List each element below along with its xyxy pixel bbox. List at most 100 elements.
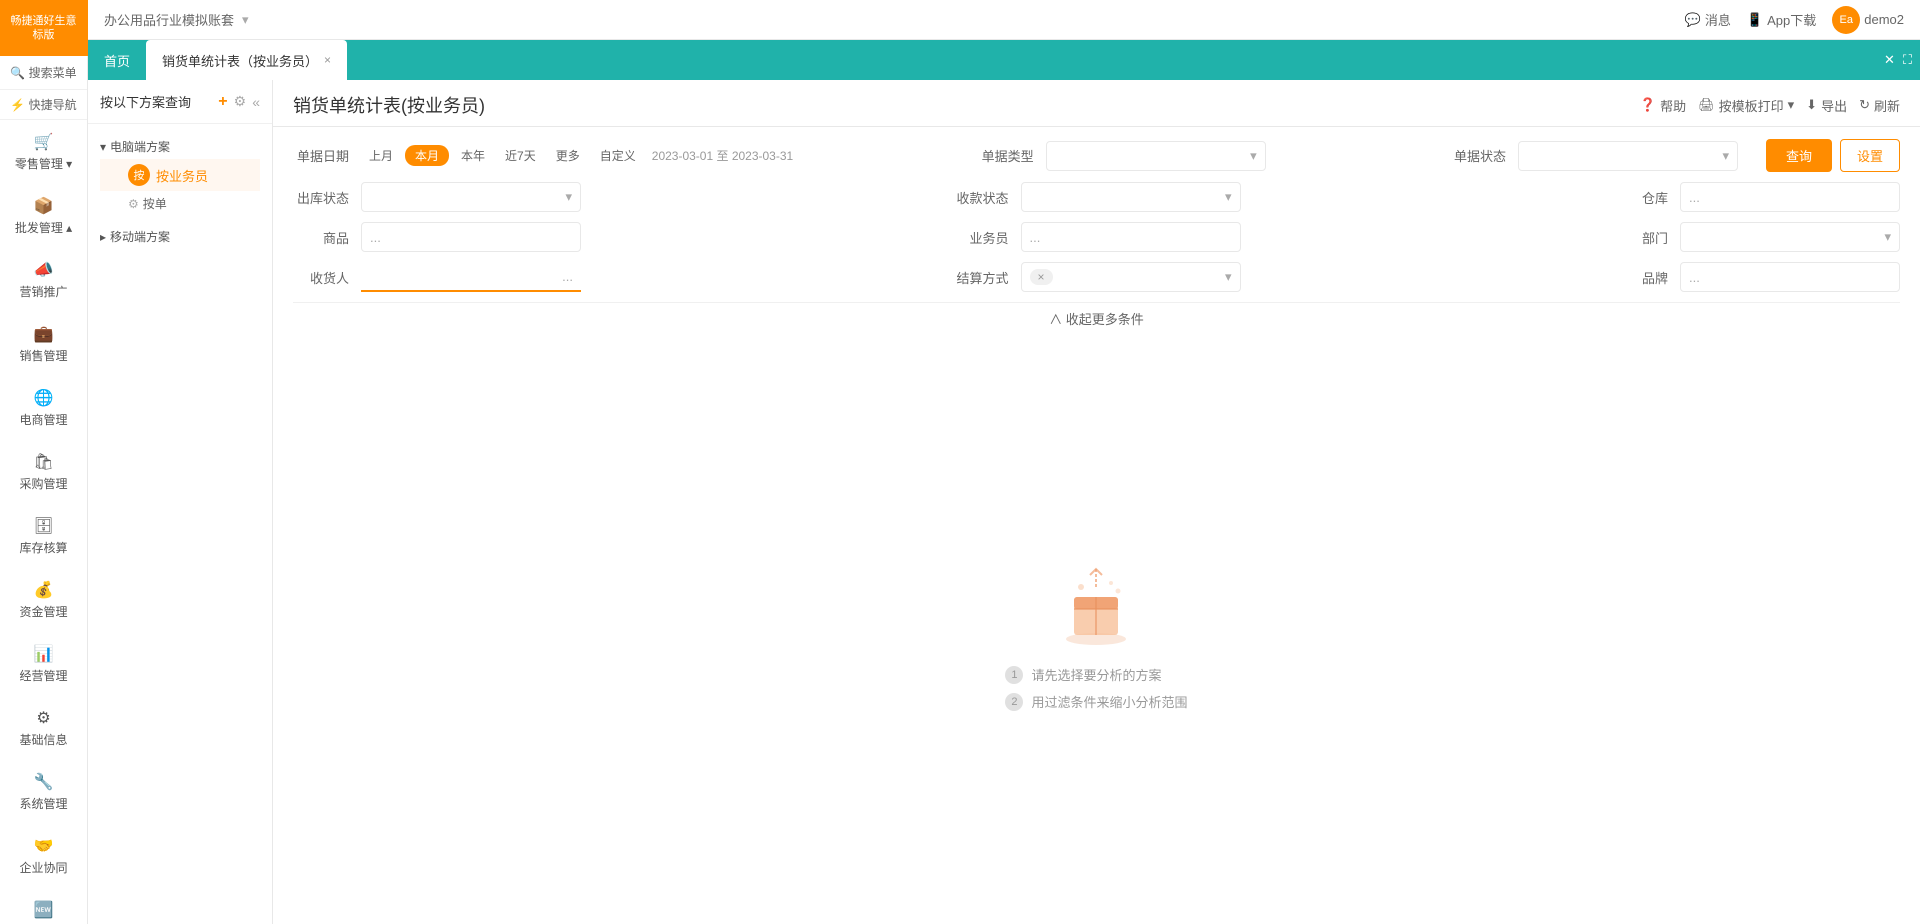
sidebar-item-purchase[interactable]: 🛍 采购管理	[0, 440, 87, 504]
export-btn[interactable]: ⬇ 导出	[1806, 96, 1847, 115]
doc-type-input[interactable]: ▾	[1046, 141, 1266, 171]
sidebar-item-inventory-label: 库存核算	[19, 539, 67, 556]
scheme-section: ▾ 电脑端方案 按 按业务员 ⚙ 按单 ▸ 移动端方案	[88, 124, 272, 259]
print-dropdown-icon: ▾	[1788, 97, 1795, 113]
empty-icon	[1046, 559, 1146, 649]
retail-icon: 🛒	[34, 132, 54, 152]
this-month-btn[interactable]: 本月	[405, 145, 449, 166]
left-panel: 按以下方案查询 + ⚙ « ▾ 电脑端方案 按 按业务员	[88, 80, 273, 924]
doc-status-label: 单据状态	[1450, 146, 1506, 165]
custom-btn[interactable]: 自定义	[592, 145, 644, 166]
sidebar-item-purchase-label: 采购管理	[19, 475, 67, 492]
sidebar-item-marketing[interactable]: 📣 营销推广	[0, 248, 87, 312]
settings-scheme-btn[interactable]: ⚙	[234, 93, 247, 110]
empty-state: 1 请先选择要分析的方案 2 用过滤条件来缩小分析范围	[1005, 559, 1187, 711]
settlement-input[interactable]: × ▾	[1021, 262, 1241, 292]
sidebar-item-inventory[interactable]: 🗄 库存核算	[0, 504, 87, 568]
left-panel-header: 按以下方案查询 + ⚙ «	[88, 80, 272, 124]
help-icon: ❓	[1640, 97, 1656, 113]
add-scheme-btn[interactable]: +	[218, 93, 227, 111]
goods-input[interactable]: ...	[361, 222, 581, 252]
refresh-btn[interactable]: ↻ 刷新	[1859, 96, 1900, 115]
marketing-icon: 📣	[34, 260, 54, 280]
sidebar-item-search[interactable]: 🔍 搜索菜单	[0, 56, 87, 90]
tab-home[interactable]: 首页	[88, 40, 146, 80]
tab-sales-stats[interactable]: 销货单统计表（按业务员） ×	[146, 40, 347, 80]
sidebar-item-enterprise[interactable]: 🤝 企业协同	[0, 824, 87, 888]
consignee-input[interactable]: ...	[361, 262, 581, 292]
active-tab-label: 销货单统计表（按业务员）	[162, 51, 318, 70]
payment-dropdown-icon: ▾	[1225, 189, 1232, 205]
collapse-panel-btn[interactable]: «	[252, 94, 260, 110]
active-scheme-icon: 按	[128, 164, 150, 186]
sidebar-item-operations[interactable]: 📊 经营管理	[0, 632, 87, 696]
ecommerce-icon: 🌐	[34, 388, 54, 408]
sidebar-item-wholesale[interactable]: 📦 批发管理 ▴	[0, 184, 87, 248]
sidebar-item-basics-label: 基础信息	[19, 731, 67, 748]
salesperson-dots: ...	[1030, 230, 1041, 245]
content-area: 按以下方案查询 + ⚙ « ▾ 电脑端方案 按 按业务员	[88, 80, 1920, 924]
more-btn[interactable]: 更多	[548, 145, 588, 166]
doc-status-input[interactable]: ▾	[1518, 141, 1738, 171]
app-download-btn[interactable]: 📱 App下载	[1747, 10, 1816, 29]
help-btn[interactable]: ❓ 帮助	[1640, 96, 1686, 115]
tab-maximize-icon[interactable]: ⛶	[1903, 52, 1912, 68]
mobile-scheme-title[interactable]: ▸ 移动端方案	[100, 224, 260, 249]
sidebar-item-retail[interactable]: 🛒 零售管理 ▾	[0, 120, 87, 184]
user-menu[interactable]: Ea demo2	[1832, 6, 1904, 34]
last7days-btn[interactable]: 近7天	[497, 145, 544, 166]
system-icon: 🔧	[34, 772, 54, 792]
last-month-btn[interactable]: 上月	[361, 145, 401, 166]
sidebar-item-finance-label: 资金管理	[19, 603, 67, 620]
warehouse-input[interactable]: ...	[1680, 182, 1900, 212]
salesperson-label: 业务员	[953, 228, 1009, 247]
print-btn[interactable]: 🖨 按模板打印 ▾	[1698, 96, 1794, 115]
query-button[interactable]: 查询	[1766, 139, 1832, 172]
brand-dots: ...	[1689, 270, 1700, 285]
collapse-bar[interactable]: ∧ 收起更多条件	[293, 302, 1900, 334]
sidebar-item-system[interactable]: 🔧 系统管理	[0, 760, 87, 824]
sidebar-item-sales[interactable]: 💼 销售管理	[0, 312, 87, 376]
sidebar-item-retail-label: 零售管理 ▾	[15, 155, 72, 172]
message-icon: 💬	[1685, 12, 1701, 28]
shipment-input[interactable]: ▾	[361, 182, 581, 212]
sidebar-item-operations-label: 经营管理	[19, 667, 67, 684]
brand-input[interactable]: ...	[1680, 262, 1900, 292]
warehouse-dots: ...	[1689, 190, 1700, 205]
message-label: 消息	[1705, 10, 1731, 29]
pc-scheme-title[interactable]: ▾ 电脑端方案	[100, 134, 260, 159]
topbar-dropdown-arrow[interactable]: ▾	[242, 12, 249, 28]
this-year-btn[interactable]: 本年	[453, 145, 493, 166]
by-order-icon: ⚙	[128, 197, 139, 211]
tab-minimize-icon[interactable]: ✕	[1884, 52, 1895, 68]
shipment-dropdown-icon: ▾	[565, 189, 572, 205]
sidebar-item-finance[interactable]: 💰 资金管理	[0, 568, 87, 632]
salesperson-input[interactable]: ...	[1021, 222, 1241, 252]
tabbar-controls: ✕ ⛶	[1876, 52, 1920, 68]
scheme-item-salesperson[interactable]: 按 按业务员	[100, 159, 260, 191]
left-panel-title: 按以下方案查询	[100, 92, 191, 111]
pc-scheme-group: ▾ 电脑端方案 按 按业务员 ⚙ 按单	[88, 130, 272, 220]
sidebar-item-ecommerce[interactable]: 🌐 电商管理	[0, 376, 87, 440]
dept-input[interactable]: ▾	[1680, 222, 1900, 252]
sidebar-item-basics[interactable]: ⚙ 基础信息	[0, 696, 87, 760]
hint1-num: 1	[1005, 666, 1023, 684]
newuser-icon: 🆕	[34, 900, 54, 920]
date-range-display: 2023-03-01 至 2023-03-31	[652, 147, 793, 164]
settings-button[interactable]: 设置	[1840, 139, 1900, 172]
wholesale-icon: 📦	[34, 196, 54, 216]
topbar-left: 办公用品行业模拟账套 ▾	[104, 10, 249, 29]
payment-input[interactable]: ▾	[1021, 182, 1241, 212]
operations-icon: 📊	[34, 644, 54, 664]
sidebar-item-quick[interactable]: ⚡ 快捷导航	[0, 90, 87, 120]
topbar-right: 💬 消息 📱 App下载 Ea demo2	[1685, 6, 1904, 34]
mobile-scheme-section: ▸ 移动端方案	[88, 220, 272, 253]
tab-close-icon[interactable]: ×	[324, 53, 331, 67]
sidebar-item-newuser[interactable]: 🆕 新手引导	[0, 888, 87, 924]
brand-label: 品牌	[1612, 268, 1668, 287]
message-btn[interactable]: 💬 消息	[1685, 10, 1731, 29]
scheme-item-by-order[interactable]: ⚙ 按单	[100, 191, 260, 216]
consignee-dots: ...	[562, 269, 573, 284]
home-tab-label: 首页	[104, 51, 130, 70]
settlement-clear-x[interactable]: ×	[1038, 270, 1045, 284]
